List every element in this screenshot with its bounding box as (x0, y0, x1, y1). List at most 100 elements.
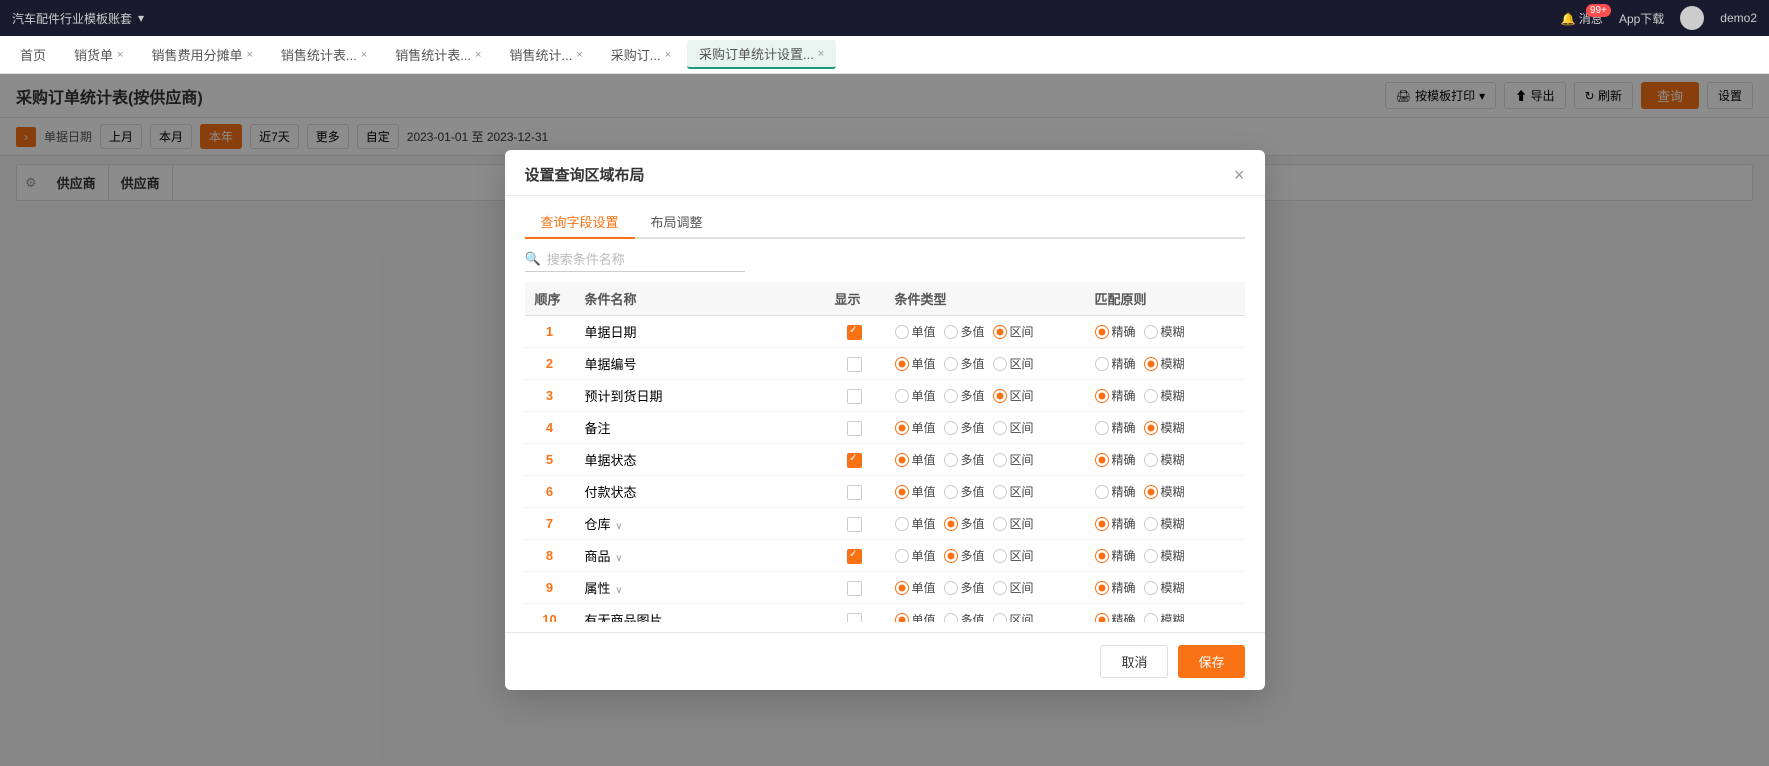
radio-label: 多值 (961, 355, 985, 372)
type-radio-区间[interactable]: 区间 (993, 323, 1034, 340)
type-radio-单值[interactable]: 单值 (895, 515, 936, 532)
cancel-button[interactable]: 取消 (1100, 645, 1168, 678)
match-radio-模糊[interactable]: 模糊 (1144, 419, 1185, 436)
type-radio-多值[interactable]: 多值 (944, 579, 985, 596)
type-radio-单值[interactable]: 单值 (895, 547, 936, 564)
radio-dot (993, 421, 1007, 435)
type-radio-区间[interactable]: 区间 (993, 483, 1034, 500)
radio-label: 区间 (1010, 611, 1034, 622)
type-radio-多值[interactable]: 多值 (944, 611, 985, 622)
type-radio-多值[interactable]: 多值 (944, 547, 985, 564)
tab-5[interactable]: 销售统计... × (497, 41, 594, 68)
tab-close-6[interactable]: × (665, 49, 671, 61)
type-radio-区间[interactable]: 区间 (993, 579, 1034, 596)
tab-6[interactable]: 采购订... × (599, 41, 683, 68)
display-checkbox[interactable] (847, 485, 862, 500)
modal-tabs: 查询字段设置 布局调整 (525, 206, 1245, 239)
type-radio-多值[interactable]: 多值 (944, 483, 985, 500)
display-checkbox[interactable] (847, 357, 862, 372)
display-checkbox[interactable] (847, 613, 862, 622)
condition-search-input[interactable] (547, 252, 727, 267)
display-checkbox[interactable] (847, 421, 862, 436)
type-radio-区间[interactable]: 区间 (993, 611, 1034, 622)
type-radio-区间[interactable]: 区间 (993, 419, 1034, 436)
tab-sales-order[interactable]: 销货单 × (62, 41, 135, 68)
match-radio-模糊[interactable]: 模糊 (1144, 611, 1185, 622)
display-checkbox[interactable] (847, 517, 862, 532)
type-radio-多值[interactable]: 多值 (944, 355, 985, 372)
match-radio-精确[interactable]: 精确 (1095, 355, 1136, 372)
match-radio-精确[interactable]: 精确 (1095, 451, 1136, 468)
match-radio-模糊[interactable]: 模糊 (1144, 323, 1185, 340)
tab-sales-expense[interactable]: 销售费用分摊单 × (139, 41, 264, 68)
type-radio-多值[interactable]: 多值 (944, 419, 985, 436)
display-checkbox[interactable] (847, 549, 862, 564)
match-radio-精确[interactable]: 精确 (1095, 387, 1136, 404)
type-radio-单值[interactable]: 单值 (895, 419, 936, 436)
match-radio-精确[interactable]: 精确 (1095, 515, 1136, 532)
tab-field-settings[interactable]: 查询字段设置 (525, 206, 635, 239)
tab-7[interactable]: 采购订单统计设置... × (687, 40, 836, 69)
type-radio-单值[interactable]: 单值 (895, 355, 936, 372)
cell-match: 精确模糊 (1085, 444, 1245, 476)
notification-bell[interactable]: 🔔 消息 99+ (1561, 10, 1603, 27)
match-radio-精确[interactable]: 精确 (1095, 483, 1136, 500)
app-name: 汽车配件行业模板账套 (12, 10, 132, 27)
match-radio-精确[interactable]: 精确 (1095, 323, 1136, 340)
tab-4[interactable]: 销售统计表... × (383, 41, 493, 68)
type-radio-单值[interactable]: 单值 (895, 483, 936, 500)
match-radio-模糊[interactable]: 模糊 (1144, 355, 1185, 372)
match-radio-精确[interactable]: 精确 (1095, 419, 1136, 436)
match-radio-模糊[interactable]: 模糊 (1144, 515, 1185, 532)
type-radio-区间[interactable]: 区间 (993, 387, 1034, 404)
tab-close-7[interactable]: × (818, 48, 824, 60)
type-radio-单值[interactable]: 单值 (895, 611, 936, 622)
user-avatar[interactable] (1680, 6, 1704, 30)
type-radio-单值[interactable]: 单值 (895, 323, 936, 340)
cell-order: 1 (525, 316, 575, 348)
tab-close-sales-expense[interactable]: × (246, 49, 252, 61)
save-button[interactable]: 保存 (1178, 645, 1244, 678)
tab-close-3[interactable]: × (361, 49, 367, 61)
match-radio-精确[interactable]: 精确 (1095, 547, 1136, 564)
type-radio-多值[interactable]: 多值 (944, 323, 985, 340)
type-radio-区间[interactable]: 区间 (993, 451, 1034, 468)
match-radio-模糊[interactable]: 模糊 (1144, 387, 1185, 404)
radio-dot (895, 421, 909, 435)
match-radio-精确[interactable]: 精确 (1095, 611, 1136, 622)
radio-dot (993, 485, 1007, 499)
modal-close-button[interactable]: × (1234, 166, 1245, 184)
dropdown-arrow-icon[interactable]: ∨ (613, 521, 623, 532)
tab-close-4[interactable]: × (475, 49, 481, 61)
tab-home[interactable]: 首页 (8, 41, 58, 68)
radio-label: 单值 (912, 483, 936, 500)
cell-match: 精确模糊 (1085, 508, 1245, 540)
match-radio-模糊[interactable]: 模糊 (1144, 579, 1185, 596)
type-radio-区间[interactable]: 区间 (993, 515, 1034, 532)
type-radio-区间[interactable]: 区间 (993, 547, 1034, 564)
type-radio-多值[interactable]: 多值 (944, 451, 985, 468)
tab-close-sales-order[interactable]: × (117, 49, 123, 61)
display-checkbox[interactable] (847, 581, 862, 596)
dropdown-arrow-icon[interactable]: ∨ (613, 553, 623, 564)
app-download[interactable]: App下载 (1619, 10, 1664, 27)
type-radio-单值[interactable]: 单值 (895, 451, 936, 468)
type-radio-单值[interactable]: 单值 (895, 579, 936, 596)
type-radio-多值[interactable]: 多值 (944, 515, 985, 532)
display-checkbox[interactable] (847, 453, 862, 468)
dropdown-arrow-icon[interactable]: ∨ (613, 585, 623, 596)
cell-order: 10 (525, 604, 575, 623)
match-radio-精确[interactable]: 精确 (1095, 579, 1136, 596)
display-checkbox[interactable] (847, 325, 862, 340)
type-radio-单值[interactable]: 单值 (895, 387, 936, 404)
username[interactable]: demo2 (1720, 11, 1757, 25)
type-radio-多值[interactable]: 多值 (944, 387, 985, 404)
match-radio-模糊[interactable]: 模糊 (1144, 547, 1185, 564)
type-radio-区间[interactable]: 区间 (993, 355, 1034, 372)
match-radio-模糊[interactable]: 模糊 (1144, 483, 1185, 500)
tab-3[interactable]: 销售统计表... × (269, 41, 379, 68)
match-radio-模糊[interactable]: 模糊 (1144, 451, 1185, 468)
display-checkbox[interactable] (847, 389, 862, 404)
tab-close-5[interactable]: × (576, 49, 582, 61)
tab-layout-adjust[interactable]: 布局调整 (635, 206, 719, 239)
